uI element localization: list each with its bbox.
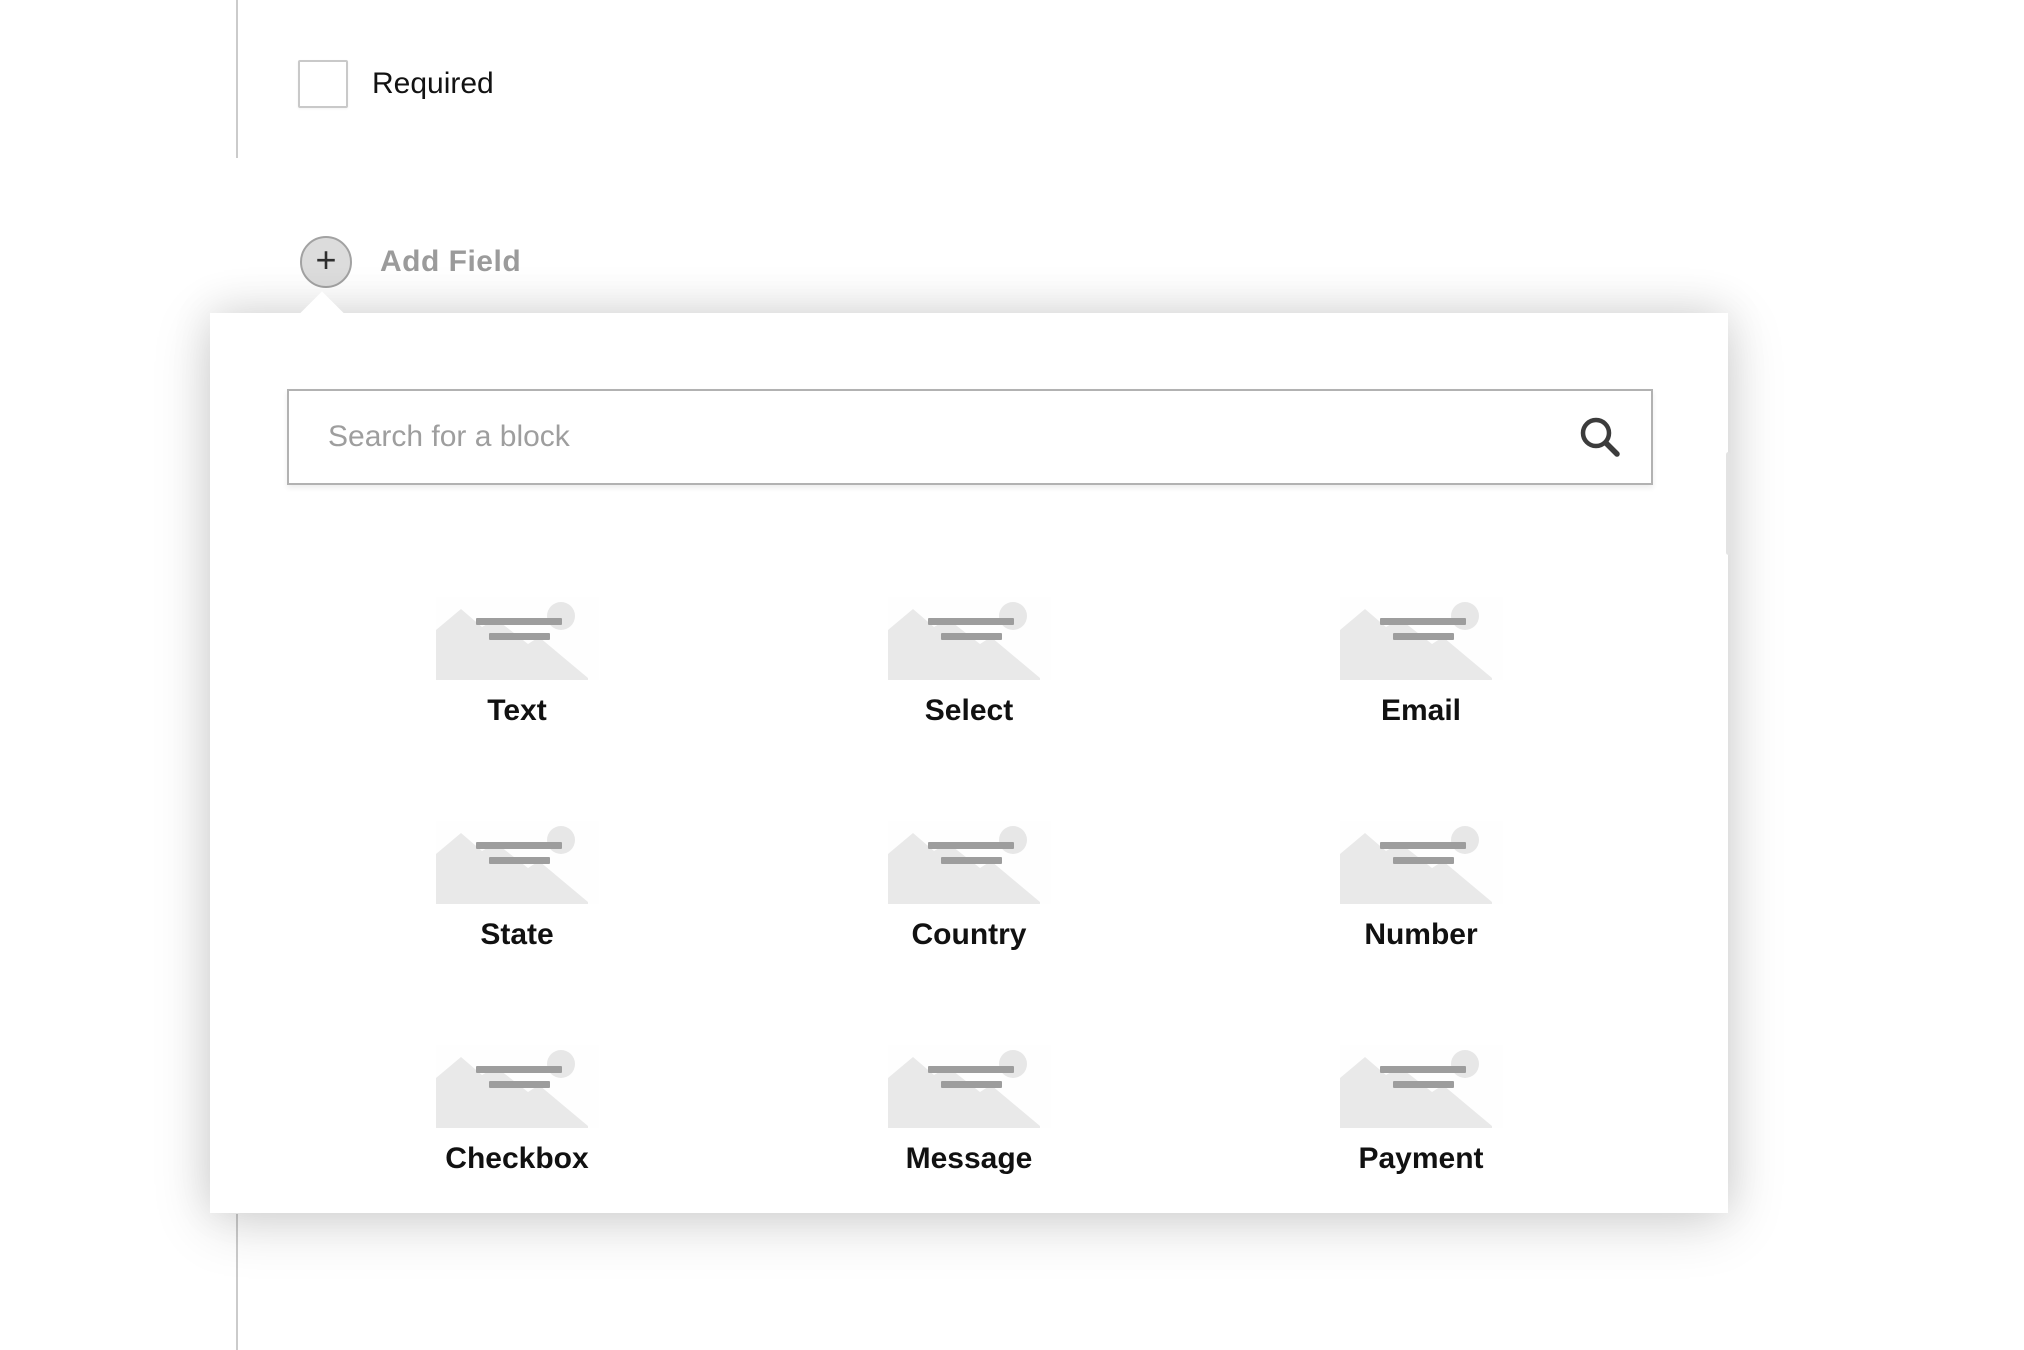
block-item[interactable]: State (435, 821, 599, 951)
add-field-popup: Text Select Email State (210, 313, 1731, 1213)
block-item[interactable]: Checkbox (435, 1045, 599, 1175)
required-label: Required (372, 67, 494, 100)
add-field-button[interactable]: + Add Field (300, 236, 521, 288)
required-option-row: Required (298, 60, 494, 108)
image-placeholder-icon (435, 597, 599, 680)
block-item[interactable]: Select (887, 597, 1051, 727)
image-placeholder-icon (435, 821, 599, 904)
form-builder-page: Required + Add Field Text (0, 0, 2024, 1350)
block-label: Country (911, 918, 1027, 951)
image-placeholder-icon (887, 821, 1051, 904)
required-checkbox[interactable] (298, 60, 348, 108)
search-icon[interactable] (1577, 414, 1623, 460)
block-label: Email (1380, 694, 1462, 727)
plus-icon[interactable]: + (300, 236, 352, 288)
block-item[interactable]: Text (435, 597, 599, 727)
image-placeholder-icon (1339, 821, 1503, 904)
block-item[interactable]: Message (887, 1045, 1051, 1175)
image-placeholder-icon (1339, 597, 1503, 680)
block-grid: Text Select Email State Country Number C… (291, 597, 1647, 1174)
image-placeholder-icon (1339, 1045, 1503, 1128)
block-label: Text (487, 694, 547, 727)
form-edge-line-bottom (236, 1214, 238, 1350)
image-placeholder-icon (887, 597, 1051, 680)
block-search-box (287, 389, 1653, 485)
block-item[interactable]: Country (887, 821, 1051, 951)
image-placeholder-icon (435, 1045, 599, 1128)
block-search-input[interactable] (289, 391, 1577, 483)
block-item[interactable]: Payment (1339, 1045, 1503, 1175)
block-label: Number (1364, 918, 1478, 951)
block-label: Select (924, 694, 1014, 727)
block-item[interactable]: Email (1339, 597, 1503, 727)
image-placeholder-icon (887, 1045, 1051, 1128)
block-label: Checkbox (445, 1142, 589, 1175)
popup-scrollbar-thumb[interactable] (1726, 452, 1731, 555)
block-label: Payment (1358, 1142, 1484, 1175)
form-edge-line-top (236, 0, 238, 158)
add-field-label: Add Field (380, 245, 522, 278)
block-item[interactable]: Number (1339, 821, 1503, 951)
block-label: Message (905, 1142, 1033, 1175)
block-label: State (480, 918, 554, 951)
